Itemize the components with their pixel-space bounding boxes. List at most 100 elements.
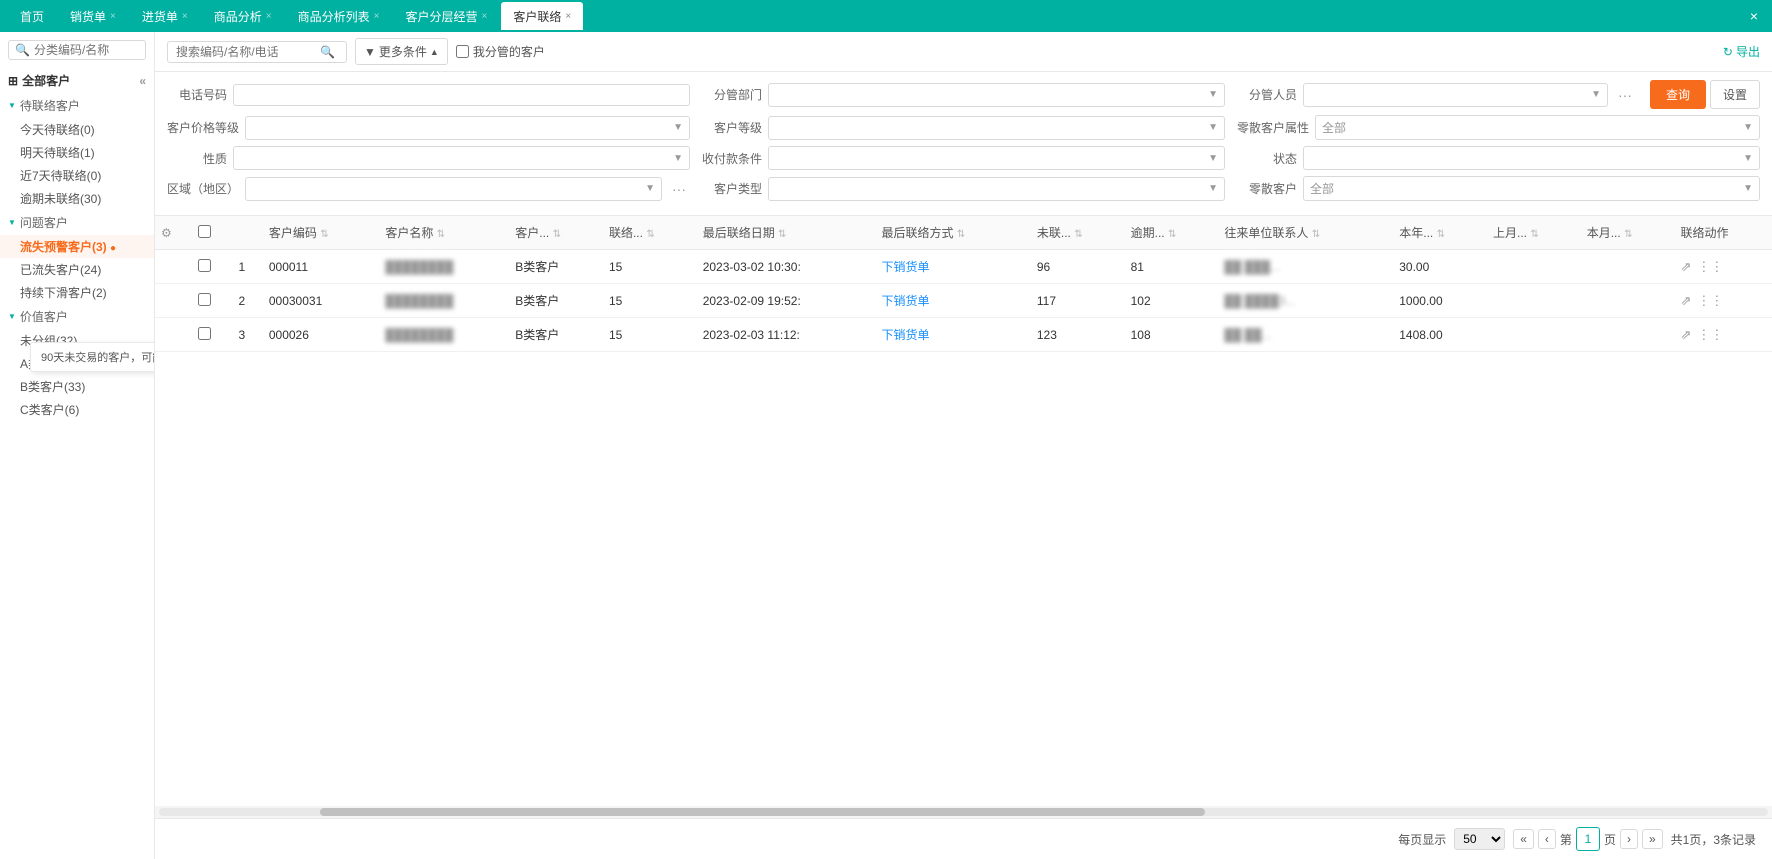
- sidebar-search-input[interactable]: [34, 43, 139, 57]
- first-page-button[interactable]: «: [1513, 829, 1534, 849]
- my-customers-checkbox-label[interactable]: 我分管的客户: [456, 43, 545, 60]
- action-link-icon[interactable]: ⇗: [1680, 293, 1691, 309]
- search-submit-icon[interactable]: 🔍: [320, 45, 335, 59]
- sidebar-item-1-1[interactable]: 已流失客户(24): [0, 258, 154, 281]
- row-last-contact-type[interactable]: 下销货单: [875, 250, 1030, 284]
- filter-payment-select[interactable]: ▼: [768, 146, 1225, 170]
- row-last-month: [1487, 250, 1581, 284]
- col-overdue[interactable]: 逾期... ⇅: [1125, 216, 1219, 250]
- page-label-after: 页: [1604, 831, 1616, 848]
- row-name: ████████: [379, 250, 509, 284]
- region-more-button[interactable]: ···: [668, 181, 690, 197]
- action-grid-icon[interactable]: ⋮⋮: [1697, 327, 1723, 343]
- row-last-contact-type[interactable]: 下销货单: [875, 284, 1030, 318]
- tab-close-icon[interactable]: ×: [481, 11, 487, 22]
- row-checkbox[interactable]: [192, 318, 233, 352]
- nav-tab-客户联络[interactable]: 客户联络 ×: [501, 2, 583, 30]
- last-contact-link[interactable]: 下销货单: [881, 260, 929, 274]
- filter-region-select[interactable]: ▼: [245, 177, 662, 201]
- tab-close-icon[interactable]: ×: [110, 11, 116, 22]
- last-page-button[interactable]: »: [1642, 829, 1663, 849]
- filter-phone-input[interactable]: [233, 84, 690, 106]
- col-name[interactable]: 客户名称 ⇅: [379, 216, 509, 250]
- row-no-contact: 117: [1031, 284, 1125, 318]
- col-this-month[interactable]: 本月... ⇅: [1581, 216, 1675, 250]
- tab-close-icon[interactable]: ×: [182, 11, 188, 22]
- action-grid-icon[interactable]: ⋮⋮: [1697, 259, 1723, 275]
- sidebar-section-title-2[interactable]: ▼ 价值客户: [0, 304, 154, 329]
- tab-close-icon[interactable]: ×: [374, 11, 380, 22]
- export-button[interactable]: ↻ 导出: [1723, 43, 1760, 60]
- filter-status-select[interactable]: ▼: [1303, 146, 1760, 170]
- last-contact-link[interactable]: 下销货单: [881, 328, 929, 342]
- filter-retail-customer-select[interactable]: 全部 ▼: [1303, 176, 1760, 201]
- sidebar-item-2-2[interactable]: B类客户(33): [0, 375, 154, 398]
- horizontal-scrollbar[interactable]: [155, 806, 1772, 818]
- sidebar-item-2-3[interactable]: C类客户(6): [0, 398, 154, 421]
- action-link-icon[interactable]: ⇗: [1680, 259, 1691, 275]
- select-all-checkbox[interactable]: [198, 225, 211, 238]
- col-no-contact[interactable]: 未联... ⇅: [1031, 216, 1125, 250]
- window-close-button[interactable]: ×: [1744, 6, 1764, 26]
- row-last-contact-type[interactable]: 下销货单: [875, 318, 1030, 352]
- filter-retail-attr: 零散客户属性 全部 ▼: [1237, 115, 1760, 140]
- row-select-checkbox[interactable]: [198, 293, 211, 306]
- setting-button[interactable]: 设置: [1710, 80, 1760, 109]
- filter-manager-select[interactable]: ▼: [1303, 83, 1608, 107]
- col-last-contact-type[interactable]: 最后联络方式 ⇅: [875, 216, 1030, 250]
- nav-tab-首页[interactable]: 首页: [8, 2, 56, 30]
- triangle-icon: ▼: [8, 312, 16, 321]
- action-link-icon[interactable]: ⇗: [1680, 327, 1691, 343]
- manager-more-button[interactable]: ···: [1614, 87, 1636, 103]
- tab-close-icon[interactable]: ×: [565, 11, 571, 22]
- main-search-box[interactable]: 🔍: [167, 41, 347, 63]
- nav-tab-商品分析[interactable]: 商品分析 ×: [202, 2, 284, 30]
- col-unit-contact[interactable]: 往来单位联系人 ⇅: [1218, 216, 1393, 250]
- action-grid-icon[interactable]: ⋮⋮: [1697, 293, 1723, 309]
- row-select-checkbox[interactable]: [198, 327, 211, 340]
- sidebar-item-0-2[interactable]: 近7天待联络(0): [0, 164, 154, 187]
- sidebar-search-box[interactable]: 🔍: [8, 40, 146, 60]
- filter-customer-level-select[interactable]: ▼: [768, 116, 1225, 140]
- filter-nature-select[interactable]: ▼: [233, 146, 690, 170]
- sidebar-item-0-0[interactable]: 今天待联络(0): [0, 118, 154, 141]
- filter-customer-type-select[interactable]: ▼: [768, 177, 1225, 201]
- col-type[interactable]: 客户... ⇅: [509, 216, 603, 250]
- last-contact-link[interactable]: 下销货单: [881, 294, 929, 308]
- col-last-month[interactable]: 上月... ⇅: [1487, 216, 1581, 250]
- col-this-year[interactable]: 本年... ⇅: [1393, 216, 1487, 250]
- col-gear[interactable]: ⚙: [155, 216, 192, 250]
- sidebar-section-title-1[interactable]: ▼ 问题客户: [0, 210, 154, 235]
- query-button[interactable]: 查询: [1650, 80, 1706, 109]
- sidebar-item-1-2[interactable]: 持续下滑客户(2): [0, 281, 154, 304]
- more-conditions-button[interactable]: ▼ 更多条件 ▲: [355, 38, 448, 65]
- col-last-contact-date[interactable]: 最后联络日期 ⇅: [697, 216, 876, 250]
- sidebar-collapse-button[interactable]: «: [139, 74, 146, 88]
- main-search-input[interactable]: [176, 45, 316, 59]
- prev-page-button[interactable]: ‹: [1538, 829, 1556, 849]
- nav-tab-进货单[interactable]: 进货单 ×: [130, 2, 200, 30]
- next-page-button[interactable]: ›: [1620, 829, 1638, 849]
- table-container: ⚙ 客户编码 ⇅ 客户名称 ⇅ 客户... ⇅ 联络... ⇅ 最后联络日期 ⇅…: [155, 216, 1772, 806]
- row-checkbox[interactable]: [192, 250, 233, 284]
- col-contact[interactable]: 联络... ⇅: [603, 216, 697, 250]
- sidebar-section-title-0[interactable]: ▼ 待联络客户: [0, 93, 154, 118]
- filter-department-select[interactable]: ▼: [768, 83, 1225, 107]
- filter-price-level-select[interactable]: ▼: [245, 116, 690, 140]
- filter-retail-attr-select[interactable]: 全部 ▼: [1315, 115, 1760, 140]
- col-checkbox[interactable]: [192, 216, 233, 250]
- scrollbar-thumb[interactable]: [320, 808, 1205, 816]
- sidebar-item-1-0[interactable]: 流失预警客户(3) ●: [0, 235, 154, 258]
- sidebar-item-0-3[interactable]: 逾期未联络(30): [0, 187, 154, 210]
- per-page-select[interactable]: 50 100 200: [1454, 828, 1505, 850]
- nav-tab-商品分析列表[interactable]: 商品分析列表 ×: [286, 2, 392, 30]
- nav-tab-销货单[interactable]: 销货单 ×: [58, 2, 128, 30]
- my-customers-checkbox[interactable]: [456, 45, 469, 58]
- col-code[interactable]: 客户编码 ⇅: [263, 216, 379, 250]
- row-select-checkbox[interactable]: [198, 259, 211, 272]
- sidebar-all-customers[interactable]: ⊞ 全部客户 «: [0, 68, 154, 93]
- row-checkbox[interactable]: [192, 284, 233, 318]
- sidebar-item-0-1[interactable]: 明天待联络(1): [0, 141, 154, 164]
- tab-close-icon[interactable]: ×: [266, 11, 272, 22]
- nav-tab-客户分层经营[interactable]: 客户分层经营 ×: [393, 2, 499, 30]
